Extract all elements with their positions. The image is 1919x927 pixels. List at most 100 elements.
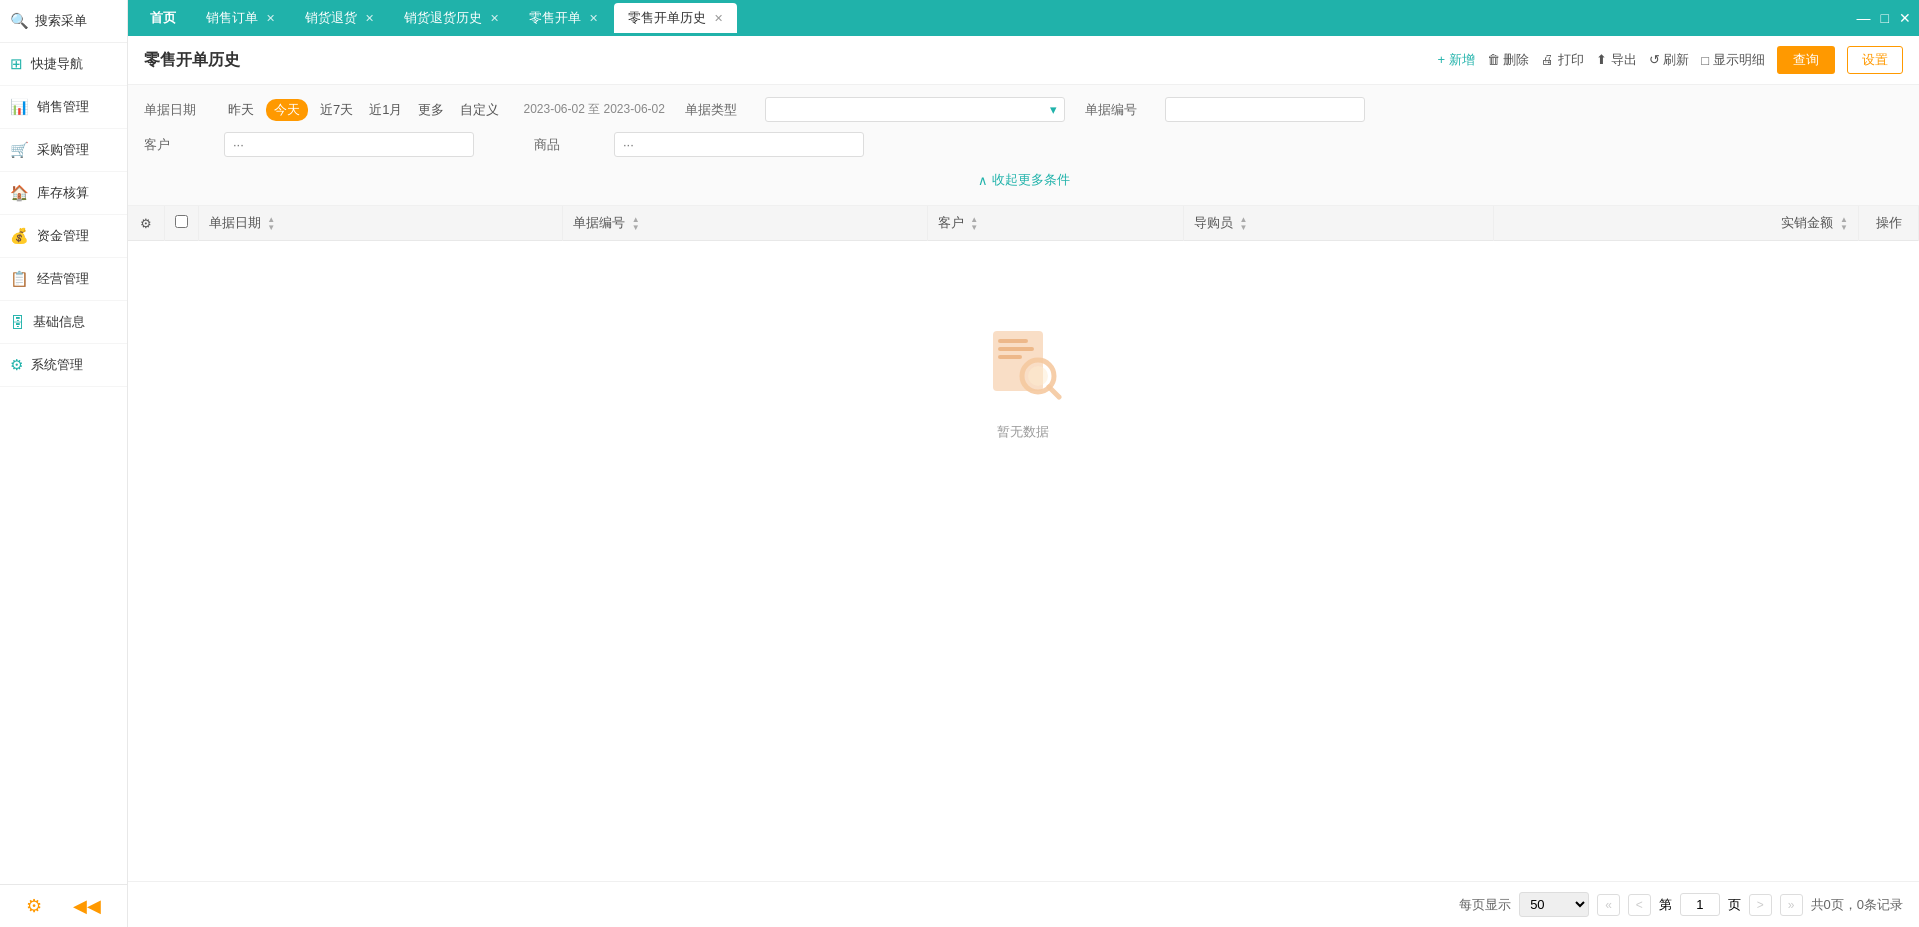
th-config[interactable]: ⚙ — [128, 206, 164, 241]
query-button[interactable]: 查询 — [1777, 46, 1835, 74]
empty-text: 暂无数据 — [997, 423, 1049, 441]
pagination: 每页显示 50 10 20 100 « < 第 1 页 > » 共0页，0条记录 — [128, 881, 1919, 927]
date-opt-yesterday[interactable]: 昨天 — [224, 99, 258, 121]
th-customer[interactable]: 客户 ▲▼ — [927, 206, 1183, 241]
tab-sales-order[interactable]: 销售订单 ✕ — [192, 3, 289, 33]
sidebar-item-quick-nav[interactable]: ⊞ 快捷导航 — [0, 43, 127, 86]
filter-row-2: 客户 商品 — [144, 132, 1903, 157]
collapse-button[interactable]: ∧ 收起更多条件 — [978, 171, 1070, 189]
last-page-btn[interactable]: » — [1780, 894, 1803, 916]
sales-icon: 📊 — [10, 98, 29, 116]
tab-retail-open-label: 零售开单 — [529, 9, 581, 27]
bill-type-select[interactable] — [765, 97, 1065, 122]
select-all-checkbox[interactable] — [175, 215, 188, 228]
sort-bill-date-icon[interactable]: ▲▼ — [267, 216, 275, 232]
content-area: 零售开单历史 + 新增 🗑 删除 🖨 打印 ⬆ 导出 ↺ 刷新 □ 显示明细 查… — [128, 36, 1919, 927]
sidebar-search-label: 搜索采单 — [35, 12, 87, 30]
current-page-input[interactable]: 1 — [1680, 893, 1720, 916]
tab-sales-order-label: 销售订单 — [206, 9, 258, 27]
date-options: 昨天 今天 近7天 近1月 更多 自定义 — [224, 99, 503, 121]
th-amount[interactable]: 实销金额 ▲▼ — [1494, 206, 1859, 241]
system-icon: ⚙ — [10, 356, 23, 374]
date-opt-custom[interactable]: 自定义 — [456, 99, 503, 121]
sidebar-item-purchase-mgmt[interactable]: 🛒 采购管理 — [0, 129, 127, 172]
sidebar-bottom: ⚙ ◀◀ — [0, 884, 127, 927]
close-btn[interactable]: ✕ — [1899, 10, 1911, 26]
th-check[interactable] — [164, 206, 198, 241]
svg-line-5 — [1049, 387, 1059, 397]
sidebar-item-label: 库存核算 — [37, 184, 89, 202]
tab-sales-return[interactable]: 销货退货 ✕ — [291, 3, 388, 33]
delete-button[interactable]: 🗑 删除 — [1487, 51, 1530, 69]
table-header: ⚙ 单据日期 ▲▼ 单据编号 ▲▼ — [128, 206, 1919, 241]
customer-input[interactable] — [224, 132, 474, 157]
sidebar-item-inventory[interactable]: 🏠 库存核算 — [0, 172, 127, 215]
th-guide-label: 导购员 — [1194, 215, 1233, 230]
close-retail-open-history-icon[interactable]: ✕ — [714, 12, 723, 25]
sort-amount-icon[interactable]: ▲▼ — [1840, 216, 1848, 232]
th-bill-date[interactable]: 单据日期 ▲▼ — [198, 206, 563, 241]
maximize-btn[interactable]: □ — [1881, 10, 1889, 26]
close-sales-order-icon[interactable]: ✕ — [266, 12, 275, 25]
settings-icon[interactable]: ⚙ — [140, 216, 152, 231]
bill-type-select-wrap: ▾ — [765, 97, 1065, 122]
date-opt-more[interactable]: 更多 — [414, 99, 448, 121]
bill-no-input[interactable] — [1165, 97, 1365, 122]
svg-rect-1 — [998, 339, 1028, 343]
customer-label: 客户 — [144, 136, 204, 154]
page-suffix-label: 页 — [1728, 896, 1741, 914]
sidebar-item-basic-info[interactable]: 🗄 基础信息 — [0, 301, 127, 344]
date-opt-7days[interactable]: 近7天 — [316, 99, 357, 121]
table-body: 暂无数据 — [128, 241, 1919, 522]
th-guide[interactable]: 导购员 ▲▼ — [1183, 206, 1493, 241]
quick-nav-icon: ⊞ — [10, 55, 23, 73]
sort-customer-icon[interactable]: ▲▼ — [970, 216, 978, 232]
print-button[interactable]: 🖨 打印 — [1541, 51, 1584, 69]
th-bill-no-label: 单据编号 — [573, 215, 625, 230]
sidebar: 🔍 搜索采单 ⊞ 快捷导航 📊 销售管理 🛒 采购管理 🏠 库存核算 💰 资金管… — [0, 0, 128, 927]
per-page-select[interactable]: 50 10 20 100 — [1519, 892, 1589, 917]
th-operation: 操作 — [1859, 206, 1919, 241]
filter-row-1: 单据日期 昨天 今天 近7天 近1月 更多 自定义 2023-06-02 至 2… — [144, 97, 1903, 122]
date-opt-today[interactable]: 今天 — [266, 99, 308, 121]
tab-home[interactable]: 首页 — [136, 3, 190, 33]
tab-sales-return-history[interactable]: 销货退货历史 ✕ — [390, 3, 513, 33]
add-button[interactable]: + 新增 — [1437, 51, 1474, 69]
next-page-btn[interactable]: > — [1749, 894, 1772, 916]
sidebar-item-sales-mgmt[interactable]: 📊 销售管理 — [0, 86, 127, 129]
page-header: 零售开单历史 + 新增 🗑 删除 🖨 打印 ⬆ 导出 ↺ 刷新 □ 显示明细 查… — [128, 36, 1919, 85]
sort-bill-no-icon[interactable]: ▲▼ — [632, 216, 640, 232]
goods-input[interactable] — [614, 132, 864, 157]
prev-page-btn[interactable]: < — [1628, 894, 1651, 916]
tab-retail-open-history[interactable]: 零售开单历史 ✕ — [614, 3, 737, 33]
close-retail-open-icon[interactable]: ✕ — [589, 12, 598, 25]
export-button[interactable]: ⬆ 导出 — [1596, 51, 1637, 69]
sidebar-item-operations[interactable]: 📋 经营管理 — [0, 258, 127, 301]
tab-retail-open[interactable]: 零售开单 ✕ — [515, 3, 612, 33]
sidebar-item-system-mgmt[interactable]: ⚙ 系统管理 — [0, 344, 127, 387]
tab-bar: 首页 销售订单 ✕ 销货退货 ✕ 销货退货历史 ✕ 零售开单 ✕ 零售开单历史 … — [128, 0, 1919, 36]
th-amount-label: 实销金额 — [1781, 215, 1833, 230]
collapse-sidebar-icon[interactable]: ◀◀ — [73, 895, 101, 917]
date-opt-1month[interactable]: 近1月 — [365, 99, 406, 121]
minimize-btn[interactable]: — — [1857, 10, 1871, 26]
th-bill-no[interactable]: 单据编号 ▲▼ — [563, 206, 928, 241]
close-sales-return-history-icon[interactable]: ✕ — [490, 12, 499, 25]
close-sales-return-icon[interactable]: ✕ — [365, 12, 374, 25]
sort-guide-icon[interactable]: ▲▼ — [1240, 216, 1248, 232]
toolbar: + 新增 🗑 删除 🖨 打印 ⬆ 导出 ↺ 刷新 □ 显示明细 查询 设置 — [1437, 46, 1903, 74]
settings-gear-icon[interactable]: ⚙ — [26, 895, 42, 917]
first-page-btn[interactable]: « — [1597, 894, 1620, 916]
basic-info-icon: 🗄 — [10, 314, 25, 331]
setting-button[interactable]: 设置 — [1847, 46, 1903, 74]
refresh-button[interactable]: ↺ 刷新 — [1649, 51, 1690, 69]
page-prefix-label: 第 — [1659, 896, 1672, 914]
sidebar-item-finance[interactable]: 💰 资金管理 — [0, 215, 127, 258]
th-customer-label: 客户 — [938, 215, 964, 230]
th-operation-label: 操作 — [1876, 215, 1902, 230]
sidebar-search[interactable]: 🔍 搜索采单 — [0, 0, 127, 43]
sidebar-item-label: 系统管理 — [31, 356, 83, 374]
display-detail-toggle[interactable]: □ 显示明细 — [1701, 51, 1765, 69]
page-title: 零售开单历史 — [144, 50, 240, 71]
inventory-icon: 🏠 — [10, 184, 29, 202]
